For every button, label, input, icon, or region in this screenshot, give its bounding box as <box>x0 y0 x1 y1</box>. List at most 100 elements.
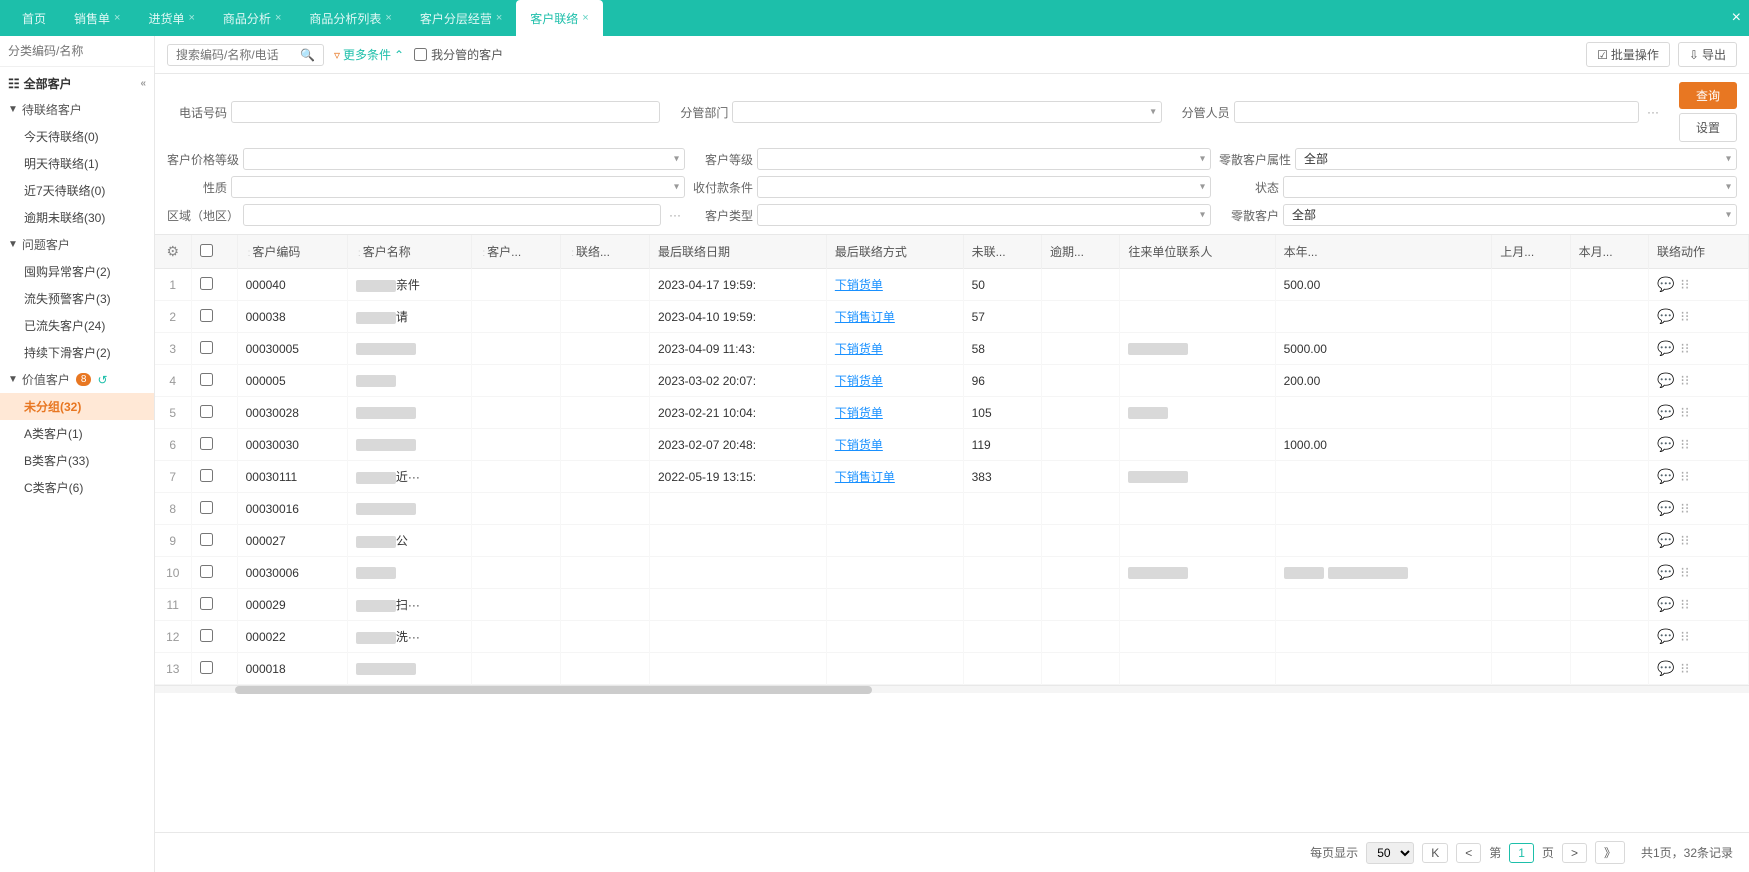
row-checkbox[interactable] <box>200 469 213 482</box>
nav-analysis-list[interactable]: 商品分析列表 × <box>295 0 405 36</box>
last-contact-way[interactable] <box>826 525 963 557</box>
my-customers-check[interactable] <box>414 48 427 61</box>
sidebar-item-churned[interactable]: 已流失客户(24) <box>0 312 154 339</box>
row-checkbox-cell[interactable] <box>191 429 237 461</box>
row-checkbox-cell[interactable] <box>191 653 237 685</box>
zero-attr-select[interactable]: 全部 <box>1295 148 1737 170</box>
row-checkbox[interactable] <box>200 629 213 642</box>
chat-icon[interactable]: 💬 <box>1657 500 1674 517</box>
grid-icon[interactable]: ⁝⁝ <box>1680 308 1689 325</box>
row-checkbox-cell[interactable] <box>191 589 237 621</box>
last-way-link[interactable]: 下销货单 <box>835 342 883 356</box>
batch-ops-btn[interactable]: ☑ 批量操作 <box>1586 42 1670 67</box>
grid-icon[interactable]: ⁝⁝ <box>1680 436 1689 453</box>
sidebar-search-input[interactable] <box>8 44 155 58</box>
nature-select[interactable] <box>231 176 685 198</box>
sidebar-item-tomorrow[interactable]: 明天待联络(1) <box>0 150 154 177</box>
chat-icon[interactable]: 💬 <box>1657 308 1674 325</box>
customer-type-select[interactable] <box>757 204 1211 226</box>
row-checkbox[interactable] <box>200 437 213 450</box>
region-input[interactable] <box>243 204 661 226</box>
table-scroll-track[interactable] <box>155 685 1749 693</box>
row-checkbox[interactable] <box>200 373 213 386</box>
chat-icon[interactable]: 💬 <box>1657 372 1674 389</box>
sidebar-item-today[interactable]: 今天待联络(0) <box>0 123 154 150</box>
grid-icon[interactable]: ⁝⁝ <box>1680 340 1689 357</box>
my-customers-checkbox[interactable]: 我分管的客户 <box>414 46 503 63</box>
chat-icon[interactable]: 💬 <box>1657 468 1674 485</box>
last-contact-way[interactable]: 下销货单 <box>826 397 963 429</box>
phone-input[interactable] <box>231 101 660 123</box>
last-way-link[interactable]: 下销货单 <box>835 406 883 420</box>
last-contact-way[interactable] <box>826 589 963 621</box>
row-checkbox[interactable] <box>200 501 213 514</box>
manager-input[interactable] <box>1234 101 1639 123</box>
grid-icon[interactable]: ⁝⁝ <box>1680 596 1689 613</box>
nav-sales[interactable]: 销售单 × <box>60 0 134 36</box>
grid-icon[interactable]: ⁝⁝ <box>1680 468 1689 485</box>
chat-icon[interactable]: 💬 <box>1657 404 1674 421</box>
row-checkbox[interactable] <box>200 565 213 578</box>
last-way-link[interactable]: 下销货单 <box>835 278 883 292</box>
grid-icon[interactable]: ⁝⁝ <box>1680 660 1689 677</box>
last-contact-way[interactable] <box>826 621 963 653</box>
sidebar-item-declining[interactable]: 持续下滑客户(2) <box>0 339 154 366</box>
row-checkbox-cell[interactable] <box>191 365 237 397</box>
price-level-select[interactable] <box>243 148 685 170</box>
last-contact-way[interactable] <box>826 557 963 589</box>
region-more-icon[interactable]: ··· <box>665 208 685 222</box>
select-all-checkbox[interactable] <box>200 244 213 257</box>
nav-analysis[interactable]: 商品分析 × <box>209 0 295 36</box>
first-page-btn[interactable]: K <box>1422 843 1448 863</box>
chat-icon[interactable]: 💬 <box>1657 628 1674 645</box>
payment-select[interactable] <box>757 176 1211 198</box>
last-contact-way[interactable] <box>826 653 963 685</box>
chat-icon[interactable]: 💬 <box>1657 436 1674 453</box>
last-way-link[interactable]: 下销货单 <box>835 374 883 388</box>
close-icon[interactable]: × <box>496 12 502 24</box>
chat-icon[interactable]: 💬 <box>1657 340 1674 357</box>
export-btn[interactable]: ⇩ 导出 <box>1678 42 1737 67</box>
row-checkbox[interactable] <box>200 405 213 418</box>
close-icon[interactable]: × <box>582 12 588 24</box>
row-checkbox-cell[interactable] <box>191 461 237 493</box>
sidebar-item-7days[interactable]: 近7天待联络(0) <box>0 177 154 204</box>
manager-more-icon[interactable]: ··· <box>1643 105 1663 119</box>
row-checkbox-cell[interactable] <box>191 397 237 429</box>
table-scroll-thumb[interactable] <box>235 686 873 694</box>
nav-customer-contact[interactable]: 客户联络 × <box>516 0 602 36</box>
row-checkbox[interactable] <box>200 309 213 322</box>
chat-icon[interactable]: 💬 <box>1657 564 1674 581</box>
sidebar-item-b-class[interactable]: B类客户(33) <box>0 447 154 474</box>
last-contact-way[interactable]: 下销售订单 <box>826 301 963 333</box>
row-checkbox-cell[interactable] <box>191 525 237 557</box>
grid-icon[interactable]: ⁝⁝ <box>1680 564 1689 581</box>
customer-level-select[interactable] <box>757 148 1211 170</box>
nav-customer-segment[interactable]: 客户分层经营 × <box>406 0 516 36</box>
last-way-link[interactable]: 下销售订单 <box>835 310 895 324</box>
grid-icon[interactable]: ⁝⁝ <box>1680 404 1689 421</box>
close-icon[interactable]: × <box>275 12 281 24</box>
last-way-link[interactable]: 下销货单 <box>835 438 883 452</box>
chat-icon[interactable]: 💬 <box>1657 276 1674 293</box>
row-checkbox-cell[interactable] <box>191 301 237 333</box>
grid-icon[interactable]: ⁝⁝ <box>1680 532 1689 549</box>
filter-search-icon[interactable]: 🔍 <box>300 48 315 62</box>
last-contact-way[interactable]: 下销货单 <box>826 269 963 301</box>
sidebar-item-a-class[interactable]: A类客户(1) <box>0 420 154 447</box>
row-checkbox[interactable] <box>200 533 213 546</box>
sidebar-all-customers[interactable]: ☷ 全部客户 « <box>0 67 154 96</box>
sidebar-item-overdue[interactable]: 逾期未联络(30) <box>0 204 154 231</box>
page-size-select[interactable]: 50 <box>1366 842 1414 864</box>
zero-customer-select[interactable]: 全部 <box>1283 204 1737 226</box>
grid-icon[interactable]: ⁝⁝ <box>1680 500 1689 517</box>
chat-icon[interactable]: 💬 <box>1657 532 1674 549</box>
row-checkbox[interactable] <box>200 597 213 610</box>
chat-icon[interactable]: 💬 <box>1657 660 1674 677</box>
close-icon[interactable]: × <box>188 12 194 24</box>
nav-purchase[interactable]: 进货单 × <box>134 0 208 36</box>
prev-page-btn[interactable]: < <box>1456 843 1481 863</box>
row-checkbox-cell[interactable] <box>191 621 237 653</box>
row-checkbox-cell[interactable] <box>191 269 237 301</box>
settings-col[interactable]: ⚙ <box>155 235 191 269</box>
